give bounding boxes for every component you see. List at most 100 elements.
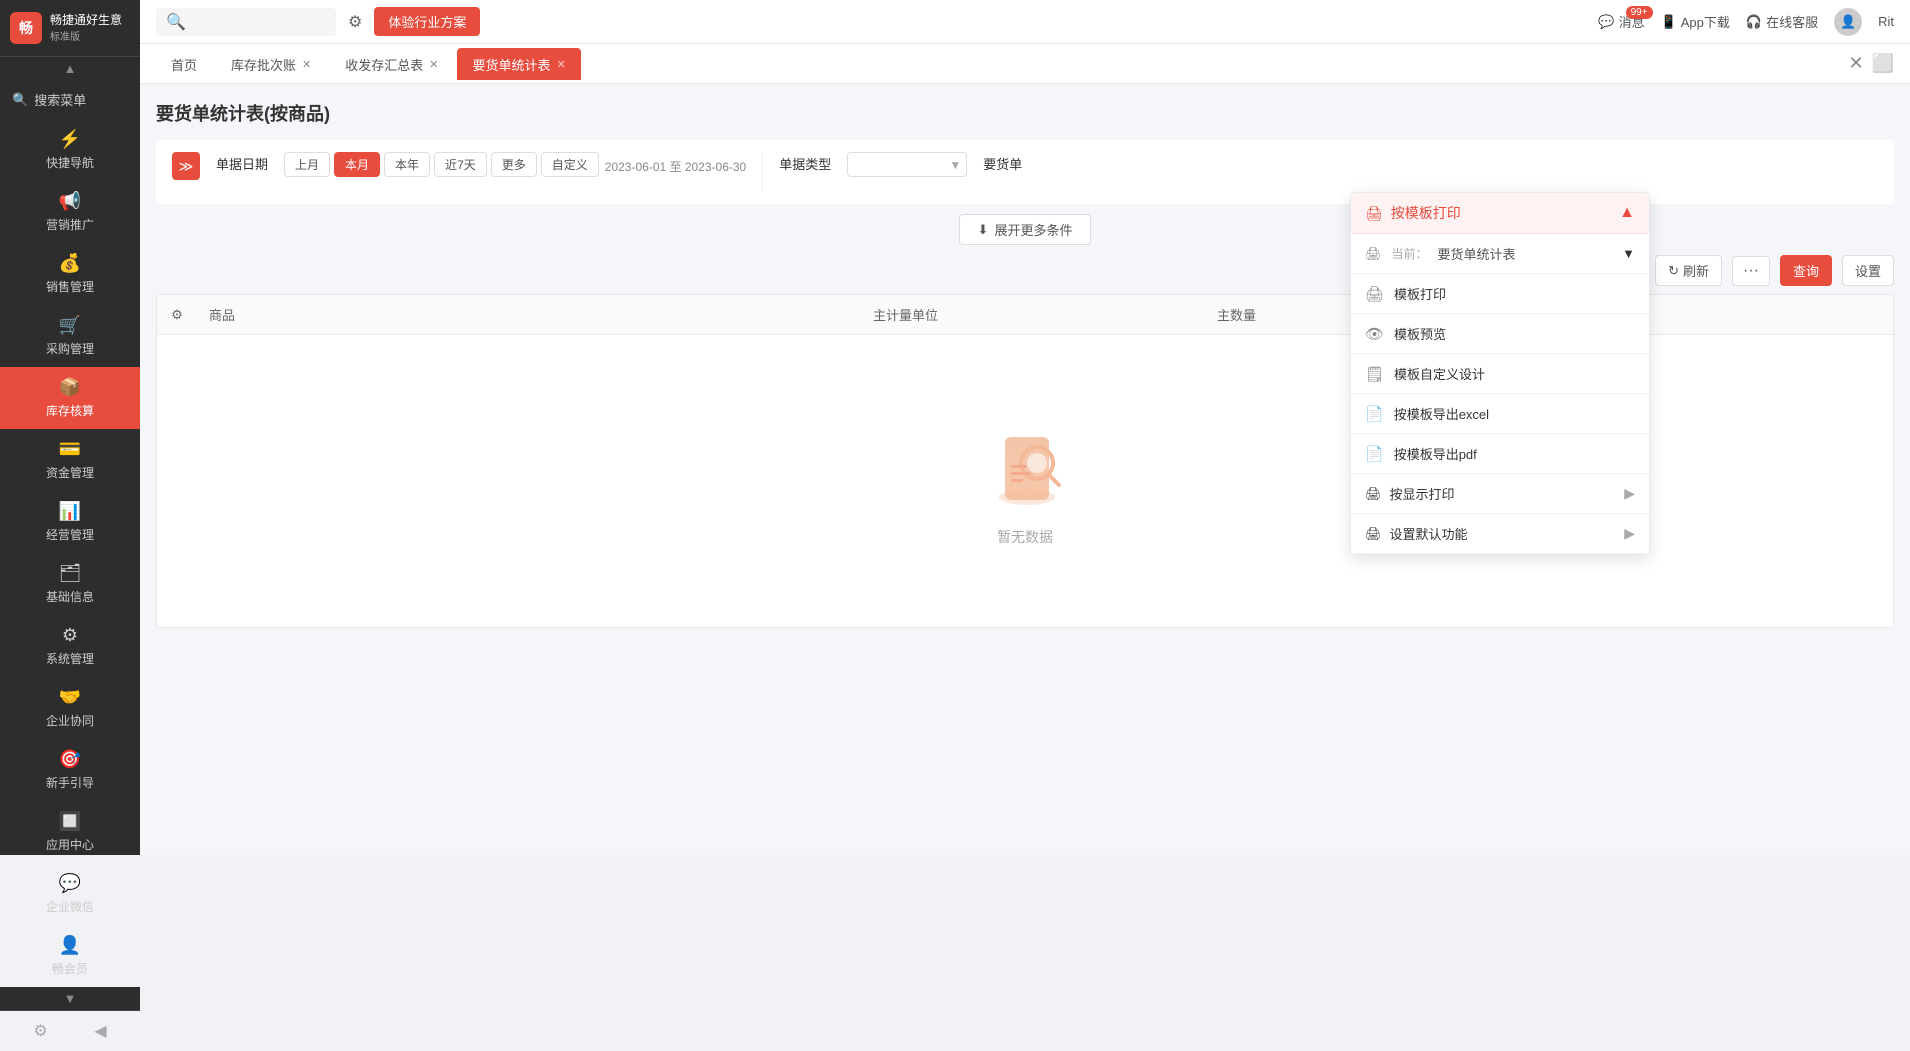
header-search-input[interactable]	[192, 14, 312, 29]
print-sub-icon-set-default: 🖨	[1365, 526, 1382, 542]
sidebar-item-sales[interactable]: 💰销售管理	[0, 243, 140, 305]
close-window-btn[interactable]: ✕	[1848, 53, 1863, 74]
settings-btn[interactable]: 设置	[1842, 255, 1894, 286]
expand-icon: ⬇	[978, 222, 989, 238]
print-sub-icon-display-print: 🖨	[1365, 486, 1382, 502]
sidebar-item-purchase[interactable]: 🛒采购管理	[0, 305, 140, 367]
msg-badge: 99+	[1626, 6, 1653, 19]
print-item-label-export-excel: 按模板导出excel	[1394, 404, 1489, 423]
avatar-icon: 👤	[1840, 14, 1856, 30]
print-dropdown-icon: 🖨	[1365, 205, 1383, 222]
sidebar-search-item[interactable]: 🔍 搜索菜单	[0, 80, 140, 119]
main-content: 🔍 ⚙ 体验行业方案 💬 消息 99+ 📱 App下载 🎧 在线客服 👤 Ri	[140, 0, 1910, 855]
date-btn-4[interactable]: 更多	[491, 152, 537, 177]
query-btn[interactable]: 查询	[1780, 255, 1832, 286]
gear-icon[interactable]: ⚙	[348, 12, 362, 32]
print-item-label-export-pdf: 按模板导出pdf	[1394, 444, 1477, 463]
sidebar-logo: 畅 畅捷通好生意 标准版	[0, 0, 140, 57]
date-btn-2[interactable]: 本年	[384, 152, 430, 177]
user-name[interactable]: Rit	[1878, 14, 1894, 29]
sidebar-item-collab[interactable]: 🤝企业协同	[0, 677, 140, 739]
tab-close-receipt-summary[interactable]: ✕	[429, 58, 438, 71]
print-sub-label-set-default: 设置默认功能	[1390, 524, 1468, 543]
msg-btn[interactable]: 💬 消息 99+	[1598, 12, 1644, 31]
tab-batch-account[interactable]: 库存批次账 ✕	[216, 48, 326, 80]
print-sub-set-default[interactable]: 🖨 设置默认功能 ▶	[1351, 514, 1649, 554]
sidebar-label-inventory: 库存核算	[46, 402, 94, 419]
type-select[interactable]	[847, 152, 967, 177]
tab-order-stats[interactable]: 要货单统计表✕	[457, 48, 580, 80]
sidebar-item-weixin[interactable]: 💬企业微信	[0, 863, 140, 925]
sidebar-item-quick-nav[interactable]: ⚡快捷导航	[0, 119, 140, 181]
sidebar-item-apps[interactable]: 🔲应用中心	[0, 801, 140, 863]
sidebar-icon-weixin: 💬	[59, 873, 81, 894]
maximize-window-btn[interactable]: ⬜	[1872, 53, 1894, 74]
sidebar-item-inventory[interactable]: 📦库存核算	[0, 367, 140, 429]
print-item-icon-template-print: 🖨	[1365, 285, 1384, 303]
expand-more-btn[interactable]: ⬇ 展开更多条件	[959, 214, 1092, 245]
settings-icon[interactable]: ⚙	[171, 307, 183, 323]
page-title: 要货单统计表(按商品)	[156, 100, 1894, 126]
chevron-up-icon[interactable]: ▲	[1619, 204, 1635, 222]
header-search-box[interactable]: 🔍	[156, 8, 336, 36]
current-template-item[interactable]: 🖨 当前： 要货单统计表 ▼	[1351, 234, 1649, 274]
sidebar-icon-collab: 🤝	[59, 687, 81, 708]
sidebar-item-operation[interactable]: 📊经营管理	[0, 491, 140, 553]
sidebar-item-finance[interactable]: 💳资金管理	[0, 429, 140, 491]
settings-icon[interactable]: ⚙	[33, 1021, 47, 1041]
current-label: 当前：	[1392, 245, 1428, 262]
print-item-export-excel[interactable]: 📄按模板导出excel	[1351, 394, 1649, 434]
sidebar-icon-basic: 🗂	[59, 563, 82, 584]
date-btn-1[interactable]: 本月	[334, 152, 380, 177]
headset-icon: 🎧	[1746, 14, 1762, 30]
print-sub-label-display-print: 按显示打印	[1390, 484, 1455, 503]
tab-close-batch-account[interactable]: ✕	[302, 58, 311, 71]
more-btn[interactable]: ···	[1732, 256, 1770, 286]
app-download-btn[interactable]: 📱 App下载	[1661, 12, 1730, 31]
sidebar-label-sales: 销售管理	[46, 278, 94, 295]
print-item-icon-export-pdf: 📄	[1365, 445, 1384, 463]
scroll-down-btn[interactable]: ▼	[0, 987, 140, 1010]
sidebar-item-basic[interactable]: 🗂基础信息	[0, 553, 140, 615]
checkbox-col[interactable]: ⚙	[157, 307, 197, 323]
date-label: 单据日期	[216, 152, 268, 173]
avatar[interactable]: 👤	[1834, 8, 1862, 36]
industry-btn[interactable]: 体验行业方案	[374, 7, 480, 36]
expand-more-label: 展开更多条件	[994, 220, 1072, 239]
sidebar-icon-finance: 💳	[59, 439, 81, 460]
tab-receipt-summary[interactable]: 收发存汇总表✕	[330, 48, 453, 80]
print-item-template-design[interactable]: 🗒模板自定义设计	[1351, 354, 1649, 394]
sidebar-item-member[interactable]: 👤畅会员	[0, 925, 140, 987]
download-icon: 📱	[1661, 14, 1677, 30]
sidebar-label-guide: 新手引导	[46, 774, 94, 791]
online-service-btn[interactable]: 🎧 在线客服	[1746, 12, 1818, 31]
tab-label-batch-account: 库存批次账	[231, 55, 296, 74]
print-item-icon-template-preview: 👁	[1365, 325, 1384, 343]
print-item-template-preview[interactable]: 👁模板预览	[1351, 314, 1649, 354]
filter-expand-btn[interactable]: ≫	[172, 152, 200, 180]
print-item-icon-template-design: 🗒	[1365, 365, 1384, 383]
empty-svg	[975, 415, 1075, 515]
tab-home[interactable]: 首页	[156, 48, 212, 80]
sub-chevron-set-default: ▶	[1624, 525, 1635, 542]
date-btn-0[interactable]: 上月	[284, 152, 330, 177]
print-item-export-pdf[interactable]: 📄 按模板导出pdf	[1351, 434, 1649, 474]
collapse-icon[interactable]: ◀	[94, 1021, 106, 1041]
sidebar-icon-marketing: 📢	[59, 191, 81, 212]
tab-label-home: 首页	[171, 55, 197, 74]
print-sub-display-print[interactable]: 🖨按显示打印▶	[1351, 474, 1649, 514]
sidebar-item-marketing[interactable]: 📢 营销推广	[0, 181, 140, 243]
date-btn-5[interactable]: 自定义	[541, 152, 599, 177]
logo-sub: 标准版	[50, 28, 122, 43]
sidebar-item-system[interactable]: ⚙系统管理	[0, 615, 140, 677]
sidebar-item-guide[interactable]: 🎯新手引导	[0, 739, 140, 801]
date-btn-3[interactable]: 近7天	[434, 152, 487, 177]
scroll-up-btn[interactable]: ▲	[0, 57, 140, 80]
sidebar-label-marketing: 营销推广	[46, 216, 94, 233]
refresh-btn[interactable]: ↻ 刷新	[1655, 255, 1722, 286]
sidebar-label-apps: 应用中心	[46, 836, 94, 853]
header-right: 💬 消息 99+ 📱 App下载 🎧 在线客服 👤 Rit	[1598, 8, 1894, 36]
tab-close-order-stats[interactable]: ✕	[557, 58, 566, 71]
sidebar-icon-quick-nav: ⚡	[59, 129, 81, 150]
print-item-template-print[interactable]: 🖨模板打印	[1351, 274, 1649, 314]
